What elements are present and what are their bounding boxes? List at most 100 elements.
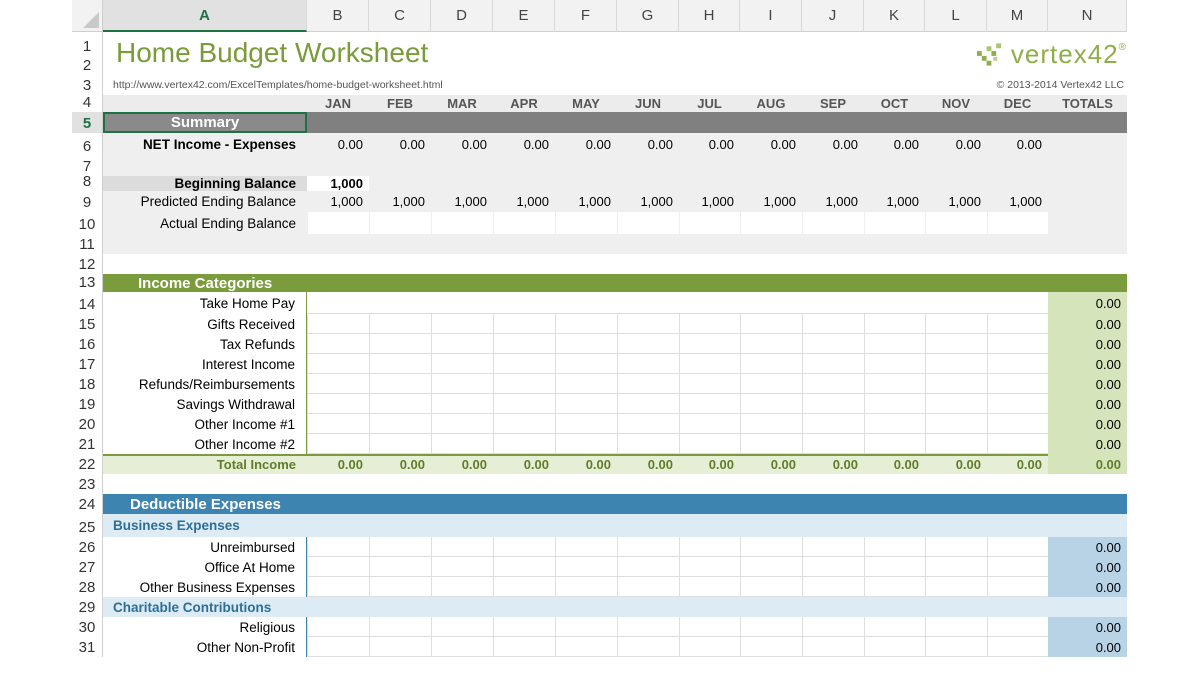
income-input[interactable]: [987, 292, 1048, 314]
income-input[interactable]: [617, 292, 679, 314]
income-input[interactable]: [864, 414, 925, 434]
income-input[interactable]: [802, 374, 864, 394]
net-income-value[interactable]: 0.00: [493, 133, 555, 156]
income-input[interactable]: [307, 374, 369, 394]
income-input[interactable]: [493, 434, 555, 454]
income-input[interactable]: [493, 374, 555, 394]
column-header-f[interactable]: F: [555, 0, 617, 32]
income-input[interactable]: [431, 374, 493, 394]
income-input[interactable]: [740, 314, 802, 334]
income-input[interactable]: [617, 354, 679, 374]
row-header-13[interactable]: 13: [72, 274, 103, 292]
income-input[interactable]: [740, 292, 802, 314]
actual-balance-input[interactable]: [926, 212, 987, 234]
column-header-n[interactable]: N: [1048, 0, 1127, 32]
expense-input[interactable]: [493, 617, 555, 637]
row-header-25[interactable]: 25: [72, 514, 103, 537]
income-input[interactable]: [555, 414, 617, 434]
income-input[interactable]: [864, 374, 925, 394]
row-header-12[interactable]: 12: [72, 254, 103, 274]
column-header-m[interactable]: M: [987, 0, 1048, 32]
row-header-27[interactable]: 27: [72, 557, 103, 577]
income-input[interactable]: [307, 414, 369, 434]
predicted-balance-value[interactable]: 1,000: [307, 191, 369, 212]
income-input[interactable]: [925, 334, 987, 354]
income-input[interactable]: [307, 314, 369, 334]
row-header-22[interactable]: 22: [72, 454, 103, 474]
expense-input[interactable]: [307, 557, 369, 577]
expense-input[interactable]: [617, 617, 679, 637]
expense-input[interactable]: [617, 637, 679, 657]
expense-input[interactable]: [864, 577, 925, 597]
income-input[interactable]: [925, 354, 987, 374]
income-input[interactable]: [802, 414, 864, 434]
income-input[interactable]: [493, 314, 555, 334]
income-input[interactable]: [493, 414, 555, 434]
actual-balance-input[interactable]: [741, 212, 802, 234]
expense-input[interactable]: [987, 617, 1048, 637]
row-header-2[interactable]: 2: [72, 56, 103, 75]
expense-input[interactable]: [679, 617, 740, 637]
expense-input[interactable]: [925, 537, 987, 557]
income-input[interactable]: [555, 354, 617, 374]
predicted-balance-value[interactable]: 1,000: [431, 191, 493, 212]
expense-input[interactable]: [802, 537, 864, 557]
income-input[interactable]: [431, 414, 493, 434]
income-input[interactable]: [617, 434, 679, 454]
income-input[interactable]: [987, 314, 1048, 334]
income-input[interactable]: [802, 354, 864, 374]
income-input[interactable]: [740, 374, 802, 394]
income-input[interactable]: [987, 434, 1048, 454]
predicted-balance-value[interactable]: 1,000: [555, 191, 617, 212]
income-input[interactable]: [369, 292, 431, 314]
income-input[interactable]: [617, 314, 679, 334]
actual-balance-input[interactable]: [432, 212, 493, 234]
income-input[interactable]: [864, 334, 925, 354]
income-input[interactable]: [925, 434, 987, 454]
column-header-i[interactable]: I: [740, 0, 802, 32]
income-input[interactable]: [369, 374, 431, 394]
expense-input[interactable]: [802, 637, 864, 657]
income-input[interactable]: [987, 414, 1048, 434]
row-header-17[interactable]: 17: [72, 354, 103, 374]
beginning-balance-value[interactable]: 1,000: [307, 176, 369, 191]
expense-input[interactable]: [307, 617, 369, 637]
actual-balance-input[interactable]: [618, 212, 679, 234]
income-input[interactable]: [740, 334, 802, 354]
row-header-28[interactable]: 28: [72, 577, 103, 597]
expense-input[interactable]: [493, 557, 555, 577]
income-input[interactable]: [431, 434, 493, 454]
expense-input[interactable]: [802, 617, 864, 637]
actual-balance-input[interactable]: [803, 212, 864, 234]
row-header-29[interactable]: 29: [72, 597, 103, 617]
row-header-10[interactable]: 10: [72, 212, 103, 234]
predicted-balance-value[interactable]: 1,000: [679, 191, 740, 212]
actual-balance-input[interactable]: [556, 212, 617, 234]
row-header-1[interactable]: 1: [72, 32, 103, 56]
income-input[interactable]: [802, 434, 864, 454]
income-input[interactable]: [431, 314, 493, 334]
income-input[interactable]: [740, 394, 802, 414]
row-header-4[interactable]: 4: [72, 94, 103, 112]
expense-input[interactable]: [987, 637, 1048, 657]
income-input[interactable]: [369, 354, 431, 374]
expense-input[interactable]: [864, 537, 925, 557]
income-input[interactable]: [617, 414, 679, 434]
expense-input[interactable]: [369, 617, 431, 637]
income-input[interactable]: [925, 314, 987, 334]
column-header-k[interactable]: K: [864, 0, 925, 32]
row-header-23[interactable]: 23: [72, 474, 103, 494]
expense-input[interactable]: [307, 537, 369, 557]
income-input[interactable]: [802, 334, 864, 354]
column-header-l[interactable]: L: [925, 0, 987, 32]
expense-input[interactable]: [679, 537, 740, 557]
expense-input[interactable]: [925, 617, 987, 637]
income-input[interactable]: [679, 414, 740, 434]
predicted-balance-value[interactable]: 1,000: [987, 191, 1048, 212]
income-input[interactable]: [679, 434, 740, 454]
income-input[interactable]: [864, 354, 925, 374]
expense-input[interactable]: [679, 577, 740, 597]
net-income-value[interactable]: 0.00: [925, 133, 987, 156]
expense-input[interactable]: [679, 557, 740, 577]
expense-input[interactable]: [369, 537, 431, 557]
